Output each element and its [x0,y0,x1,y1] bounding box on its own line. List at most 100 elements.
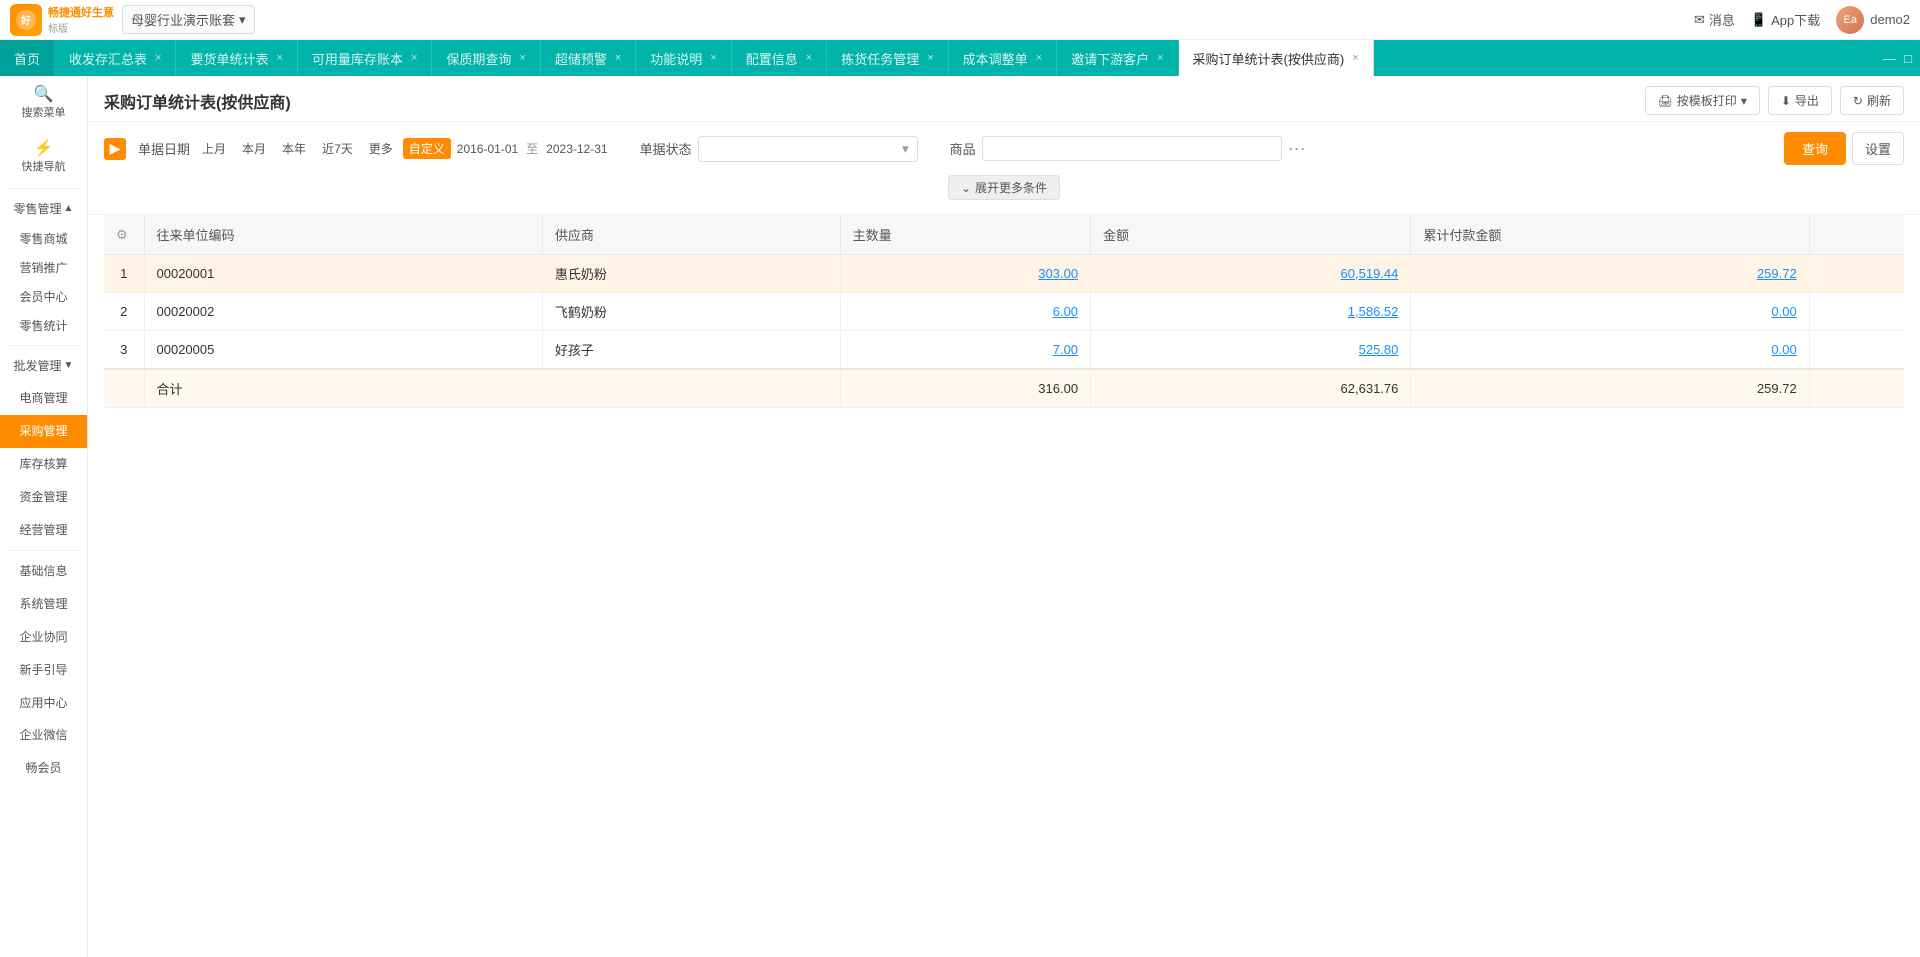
tab-overstock[interactable]: 超储预警 × [541,40,636,76]
sidebar-item-ecommerce[interactable]: 电商管理 [0,382,87,415]
qty-link-2[interactable]: 6.00 [1053,304,1078,319]
col-code: 往来单位编码 [144,215,542,255]
qty-link-3[interactable]: 7.00 [1053,342,1078,357]
tab-requisition[interactable]: 要货单统计表 × [176,40,297,76]
sidebar-item-vip[interactable]: 畅会员 [0,752,87,785]
tab-home[interactable]: ⚙ 首页 [0,40,55,76]
sidebar-item-wholesale[interactable]: 批发管理 ▼ [0,350,87,383]
tab-cost-adjust[interactable]: 成本调整单 × [949,40,1057,76]
tab-close-warranty[interactable]: × [519,52,525,64]
message-btn[interactable]: ✉ 消息 [1694,10,1735,29]
tab-config-info[interactable]: 配置信息 × [732,40,827,76]
tab-close-cost-adjust[interactable]: × [1036,52,1042,64]
sidebar-item-purchase[interactable]: 采购管理 [0,415,87,448]
goods-input[interactable] [982,136,1282,161]
sidebar-item-quick-nav[interactable]: ⚡ 快捷导航 [0,130,87,184]
sidebar-item-operations[interactable]: 经营管理 [0,514,87,547]
paid-link-3[interactable]: 0.00 [1771,342,1796,357]
sidebar-item-enterprise[interactable]: 企业协同 [0,621,87,654]
top-bar-right: ✉ 消息 📱 App下载 Ea demo2 [1694,6,1910,34]
workspace-selector[interactable]: 母婴行业演示账套 ▾ [122,5,255,34]
expand-icon: ⌄ [961,181,971,195]
tab-close-available-stock[interactable]: × [411,52,417,64]
shortcut-7days[interactable]: 近7天 [316,138,359,159]
gear-settings-icon[interactable]: ⚙ [116,227,128,242]
search-btn[interactable]: 查询 [1784,132,1846,165]
tab-function-desc[interactable]: 功能说明 × [636,40,731,76]
tab-close-purchase-summary[interactable]: × [1352,52,1358,64]
table-row: 2 00020002 飞鹤奶粉 6.00 1,586.52 0.00 [104,293,1904,331]
page-header: 采购订单统计表(按供应商) 🖨 按模板打印 ▾ ⬇ 导出 ↻ 刷新 [88,76,1920,122]
print-btn[interactable]: 🖨 按模板打印 ▾ [1645,86,1760,115]
tab-warranty[interactable]: 保质期查询 × [432,40,540,76]
cell-no-1: 1 [104,255,144,293]
cell-no-2: 2 [104,293,144,331]
sidebar-item-member[interactable]: 会员中心 [0,283,87,312]
header-row: ⚙ 往来单位编码 供应商 主数量 金额 累计付款金额 [104,215,1904,255]
goods-filter-label: 商品 [950,139,976,158]
sidebar-item-basic-info[interactable]: 基础信息 [0,555,87,588]
qty-link-1[interactable]: 303.00 [1038,266,1078,281]
tab-close-overstock[interactable]: × [615,52,621,64]
table-footer: 合计 316.00 62,631.76 259.72 [104,369,1904,408]
tab-pick-task[interactable]: 拣货任务管理 × [827,40,948,76]
logo-icon: 好 [10,4,42,36]
minimize-icon[interactable]: — [1883,51,1896,66]
filter-toggle-btn[interactable]: ▶ [104,138,126,160]
shortcut-this-year[interactable]: 本年 [276,138,312,159]
settings-btn[interactable]: 设置 [1852,132,1904,165]
sidebar-item-enterprise-wechat[interactable]: 企业微信 [0,719,87,752]
shortcut-this-month[interactable]: 本月 [236,138,272,159]
tab-invite-downstream[interactable]: 邀请下游客户 × [1057,40,1178,76]
custom-date-tag[interactable]: 自定义 [403,138,451,159]
more-options-icon[interactable]: ··· [1288,138,1306,159]
top-bar: 好 畅捷通好生意 标版 母婴行业演示账套 ▾ ✉ 消息 📱 App下载 Ea d… [0,0,1920,40]
amount-link-3[interactable]: 525.80 [1359,342,1399,357]
paid-link-2[interactable]: 0.00 [1771,304,1796,319]
shortcut-last-month[interactable]: 上月 [196,138,232,159]
sidebar-item-inventory[interactable]: 库存核算 [0,448,87,481]
page-container: 采购订单统计表(按供应商) 🖨 按模板打印 ▾ ⬇ 导出 ↻ 刷新 [88,76,1920,957]
col-gear: ⚙ [104,215,144,255]
amount-link-1[interactable]: 60,519.44 [1341,266,1399,281]
sidebar-item-guide[interactable]: 新手引导 [0,654,87,687]
paid-link-1[interactable]: 259.72 [1757,266,1797,281]
sidebar-item-retail-shop[interactable]: 零售商城 [0,225,87,254]
refresh-btn[interactable]: ↻ 刷新 [1840,86,1904,115]
tab-receive-send[interactable]: 收发存汇总表 × [55,40,176,76]
sidebar-item-finance[interactable]: 资金管理 [0,481,87,514]
cell-extra-1 [1809,255,1904,293]
sidebar-divider-3 [8,550,79,551]
page-header-actions: 🖨 按模板打印 ▾ ⬇ 导出 ↻ 刷新 [1645,86,1904,115]
tab-purchase-summary[interactable]: 采购订单统计表(按供应商) × [1179,40,1374,76]
amount-link-2[interactable]: 1,586.52 [1348,304,1399,319]
user-profile[interactable]: Ea demo2 [1836,6,1910,34]
tab-close-config-info[interactable]: × [806,52,812,64]
sidebar-item-app-center[interactable]: 应用中心 [0,687,87,720]
sidebar-item-retail-stat[interactable]: 零售统计 [0,312,87,341]
export-label: 导出 [1795,92,1819,109]
data-table: ⚙ 往来单位编码 供应商 主数量 金额 累计付款金额 1 [104,215,1904,408]
restore-icon[interactable]: □ [1904,51,1912,66]
tab-close-receive-send[interactable]: × [155,52,161,64]
chevron-down-icon-wholesale: ▼ [64,359,74,373]
col-qty: 主数量 [840,215,1090,255]
workspace-arrow-icon: ▾ [239,12,246,28]
sidebar-item-system[interactable]: 系统管理 [0,588,87,621]
status-select[interactable]: ▾ [698,136,918,162]
tab-available-stock[interactable]: 可用量库存账本 × [298,40,432,76]
tab-close-function-desc[interactable]: × [710,52,716,64]
tab-close-requisition[interactable]: × [276,52,282,64]
tab-close-pick-task[interactable]: × [927,52,933,64]
tab-close-invite[interactable]: × [1157,52,1163,64]
sidebar-item-search[interactable]: 🔍 搜索菜单 [0,76,87,130]
sidebar-item-retail[interactable]: 零售管理 ▲ [0,193,87,226]
app-download-btn[interactable]: 📱 App下载 [1751,10,1820,29]
export-btn[interactable]: ⬇ 导出 [1768,86,1832,115]
shortcut-more[interactable]: 更多 [363,138,399,159]
expand-more-btn[interactable]: ⌄ 展开更多条件 [948,175,1060,200]
sidebar-item-marketing[interactable]: 营销推广 [0,254,87,283]
filter-date-group: 单据日期 上月 本月 本年 近7天 更多 自定义 2016-01-01 至 20… [138,138,608,159]
footer-row: 合计 316.00 62,631.76 259.72 [104,369,1904,408]
sidebar: 🔍 搜索菜单 ⚡ 快捷导航 零售管理 ▲ 零售商城 营销推广 会员中心 零售统计… [0,76,88,957]
